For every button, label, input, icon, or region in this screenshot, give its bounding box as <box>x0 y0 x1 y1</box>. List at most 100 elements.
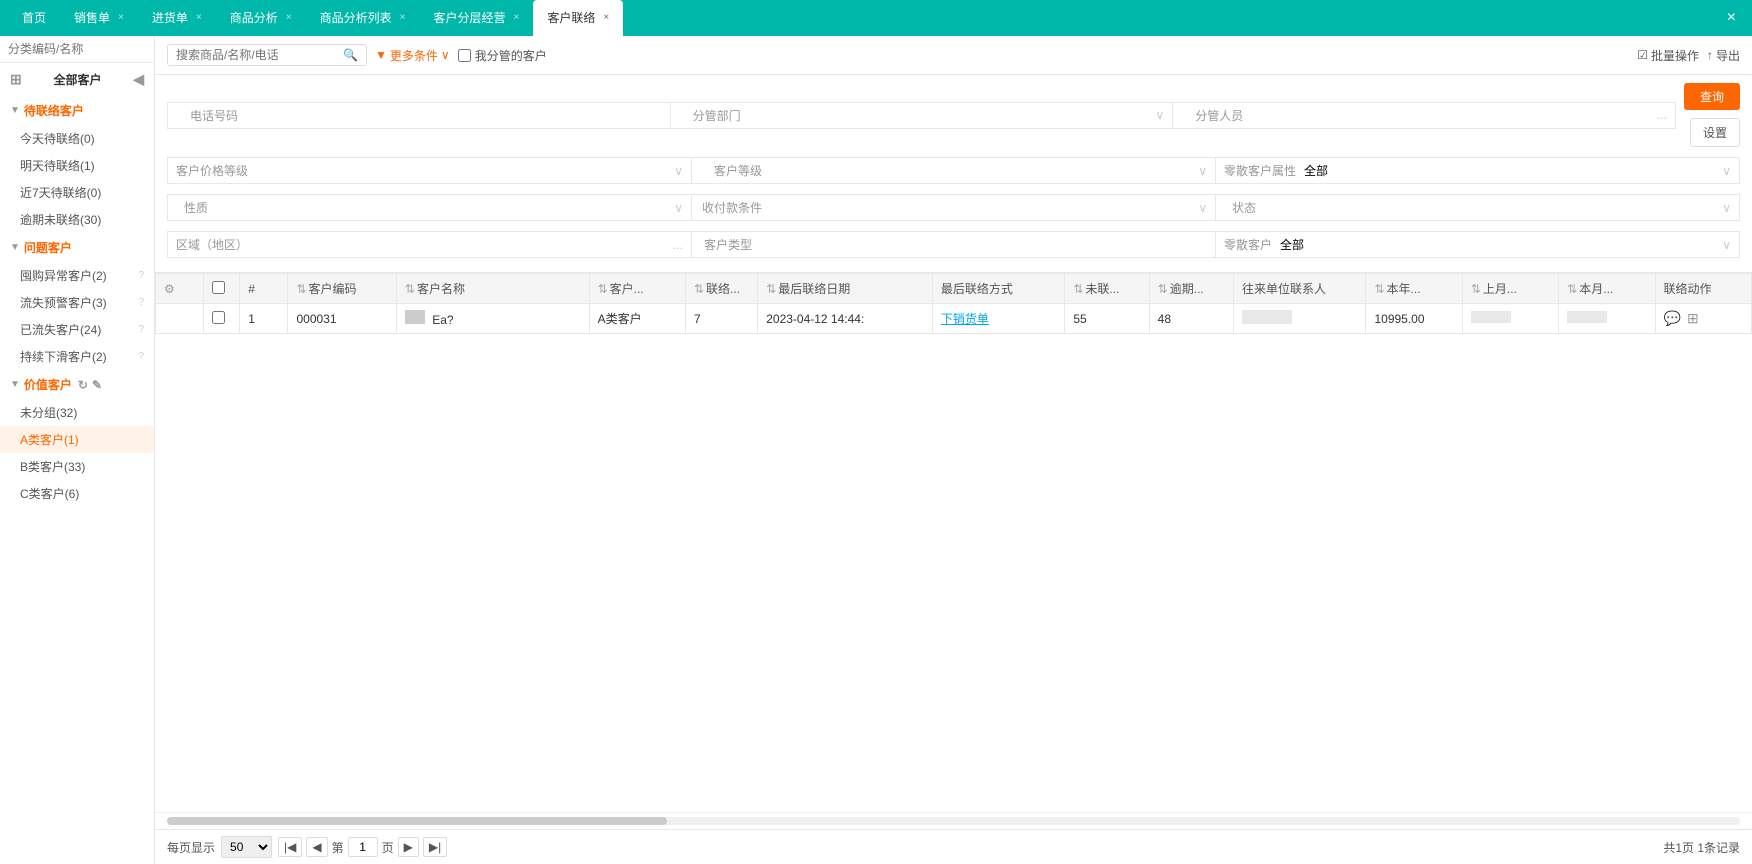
price-level-icon[interactable]: ∨ <box>674 164 683 178</box>
tab-analysis-list-close[interactable]: × <box>400 0 406 36</box>
th-name-sort-icon[interactable]: ⇅ <box>405 282 415 296</box>
link-action-icon[interactable]: ⊞ <box>1687 310 1699 327</box>
tab-customer-tier-close[interactable]: × <box>513 0 519 36</box>
customer-level-icon[interactable]: ∨ <box>1198 164 1207 178</box>
sidebar-item-hoarding[interactable]: 囤购异常客户(2) ? <box>0 262 154 289</box>
filter-more-button[interactable]: ▼ 更多条件 ∨ <box>375 47 450 64</box>
nav-tab-sales[interactable]: 销售单 × <box>60 0 138 36</box>
close-all-button[interactable]: × <box>1719 9 1744 27</box>
last-method-link[interactable]: 下销货单 <box>941 312 989 326</box>
filter-search-input[interactable] <box>176 48 339 62</box>
scrollbar-track[interactable] <box>167 817 1740 825</box>
td-last-method[interactable]: 下销货单 <box>932 304 1064 334</box>
pending-arrow-icon: ▼ <box>10 105 20 116</box>
last-page-button[interactable]: ▶| <box>423 837 447 857</box>
sidebar-search-input[interactable] <box>8 42 155 56</box>
th-overdue-sort-icon[interactable]: ⇅ <box>1158 282 1168 296</box>
th-contact: ⇅ 联络... <box>685 274 757 304</box>
sidebar-item-today[interactable]: 今天待联络(0) <box>0 125 154 152</box>
tab-customer-tier-label: 客户分层经营 <box>433 0 505 36</box>
th-name: ⇅ 客户名称 <box>396 274 589 304</box>
prev-page-button[interactable]: ◀ <box>306 837 327 857</box>
customer-name[interactable]: Ea? <box>432 313 453 327</box>
nav-tab-analysis-list[interactable]: 商品分析列表 × <box>306 0 420 36</box>
next-page-button[interactable]: ▶ <box>398 837 419 857</box>
nav-tab-analysis[interactable]: 商品分析 × <box>216 0 306 36</box>
sidebar-group-problem-title[interactable]: ▼ 问题客户 <box>0 233 154 262</box>
retail-customer-label: 零散客户 <box>1224 236 1280 253</box>
sidebar-item-overdue[interactable]: 逾期未联络(30) <box>0 206 154 233</box>
th-type-sort-icon[interactable]: ⇅ <box>598 282 608 296</box>
person-more-icon[interactable]: ... <box>1657 108 1667 122</box>
page-number-input[interactable] <box>348 837 378 857</box>
nav-home[interactable]: 首页 <box>8 0 60 36</box>
query-button[interactable]: 查询 <box>1684 83 1740 110</box>
sidebar-group-value-title[interactable]: ▼ 价值客户 ↻ ✎ <box>0 370 154 399</box>
my-customers-checkbox-area[interactable]: 我分管的客户 <box>458 47 547 64</box>
value-edit-icon[interactable]: ✎ <box>92 378 102 392</box>
sidebar-collapse-button[interactable]: ◀ <box>133 71 144 88</box>
tab-sales-close[interactable]: × <box>118 0 124 36</box>
scrollbar-thumb[interactable] <box>167 817 667 825</box>
sidebar-item-churned[interactable]: 已流失客户(24) ? <box>0 316 154 343</box>
tab-purchase-label: 进货单 <box>152 0 188 36</box>
export-button[interactable]: ↑ 导出 <box>1707 47 1740 64</box>
td-code[interactable]: 000031 <box>288 304 396 334</box>
all-customers-label[interactable]: 全部客户 <box>53 71 101 88</box>
dept-dropdown-icon[interactable]: ∨ <box>1156 108 1165 122</box>
td-action[interactable]: 💬 ⊞ <box>1655 304 1751 334</box>
nav-tab-customer-tier[interactable]: 客户分层经营 × <box>419 0 533 36</box>
retail-attr-icon[interactable]: ∨ <box>1722 164 1731 178</box>
sidebar-group-pending-title[interactable]: ▼ 待联络客户 <box>0 96 154 125</box>
nav-tab-customer-contact[interactable]: 客户联络 × <box>533 0 623 36</box>
sidebar-item-7days[interactable]: 近7天待联络(0) <box>0 179 154 206</box>
export-label: 导出 <box>1716 47 1740 64</box>
sidebar-item-class-b[interactable]: B类客户(33) <box>0 453 154 480</box>
per-page-select[interactable]: 50 100 200 <box>221 836 272 858</box>
filter-row-4: 区域（地区） ... 客户类型 零散客户 全部 ∨ <box>167 227 1740 258</box>
tab-analysis-close[interactable]: × <box>286 0 292 36</box>
batch-ops-button[interactable]: ☑ 批量操作 <box>1637 47 1699 64</box>
th-contact-sort-icon[interactable]: ⇅ <box>694 282 704 296</box>
message-action-icon[interactable]: 💬 <box>1664 310 1681 327</box>
setting-button[interactable]: 设置 <box>1690 118 1740 147</box>
region-more-icon[interactable]: ... <box>673 238 683 252</box>
sidebar-item-declining[interactable]: 持续下滑客户(2) ? <box>0 343 154 370</box>
td-checkbox[interactable] <box>204 304 240 334</box>
top-nav: 首页 销售单 × 进货单 × 商品分析 × 商品分析列表 × 客户分层经营 × … <box>0 0 1752 36</box>
nav-tab-purchase[interactable]: 进货单 × <box>138 0 216 36</box>
settings-gear-icon[interactable]: ⚙ <box>164 282 175 296</box>
sidebar-item-class-c[interactable]: C类客户(6) <box>0 480 154 507</box>
th-this-year-sort-icon[interactable]: ⇅ <box>1374 282 1384 296</box>
total-records-label: 共1页 1条记录 <box>1663 841 1740 855</box>
select-all-checkbox[interactable] <box>212 281 225 294</box>
sidebar-item-class-a[interactable]: A类客户(1) <box>0 426 154 453</box>
sidebar-item-tomorrow[interactable]: 明天待联络(1) <box>0 152 154 179</box>
th-this-month-sort-icon[interactable]: ⇅ <box>1567 282 1577 296</box>
first-page-button[interactable]: |◀ <box>278 837 302 857</box>
value-refresh-icon[interactable]: ↻ <box>78 378 88 392</box>
row-checkbox[interactable] <box>212 311 225 324</box>
filter-person: 分管人员 ... <box>1173 103 1675 128</box>
tab-customer-contact-close[interactable]: × <box>603 0 609 36</box>
sidebar-item-ungrouped[interactable]: 未分组(32) <box>0 399 154 426</box>
th-checkbox[interactable] <box>204 274 240 304</box>
retail-customer-icon[interactable]: ∨ <box>1722 238 1731 252</box>
status-icon[interactable]: ∨ <box>1722 201 1731 215</box>
payment-icon[interactable]: ∨ <box>1198 201 1207 215</box>
filter-dept: 分管部门 ∨ <box>671 103 1174 128</box>
th-settings[interactable]: ⚙ <box>156 274 204 304</box>
sidebar-item-churn-warning[interactable]: 流失预警客户(3) ? <box>0 289 154 316</box>
th-contact2: 往来单位联系人 <box>1233 274 1365 304</box>
filter-search-icon[interactable]: 🔍 <box>343 48 358 62</box>
th-not-contact-sort-icon[interactable]: ⇅ <box>1073 282 1083 296</box>
nature-icon[interactable]: ∨ <box>674 201 683 215</box>
my-customers-checkbox[interactable] <box>458 49 471 62</box>
th-last-date-sort-icon[interactable]: ⇅ <box>766 282 776 296</box>
th-code-sort-icon[interactable]: ⇅ <box>296 282 306 296</box>
phone-input[interactable] <box>246 108 662 122</box>
last-month-placeholder <box>1471 311 1511 323</box>
filter-customer-level: 客户等级 ∨ <box>692 158 1216 183</box>
th-last-month-sort-icon[interactable]: ⇅ <box>1471 282 1481 296</box>
tab-purchase-close[interactable]: × <box>196 0 202 36</box>
